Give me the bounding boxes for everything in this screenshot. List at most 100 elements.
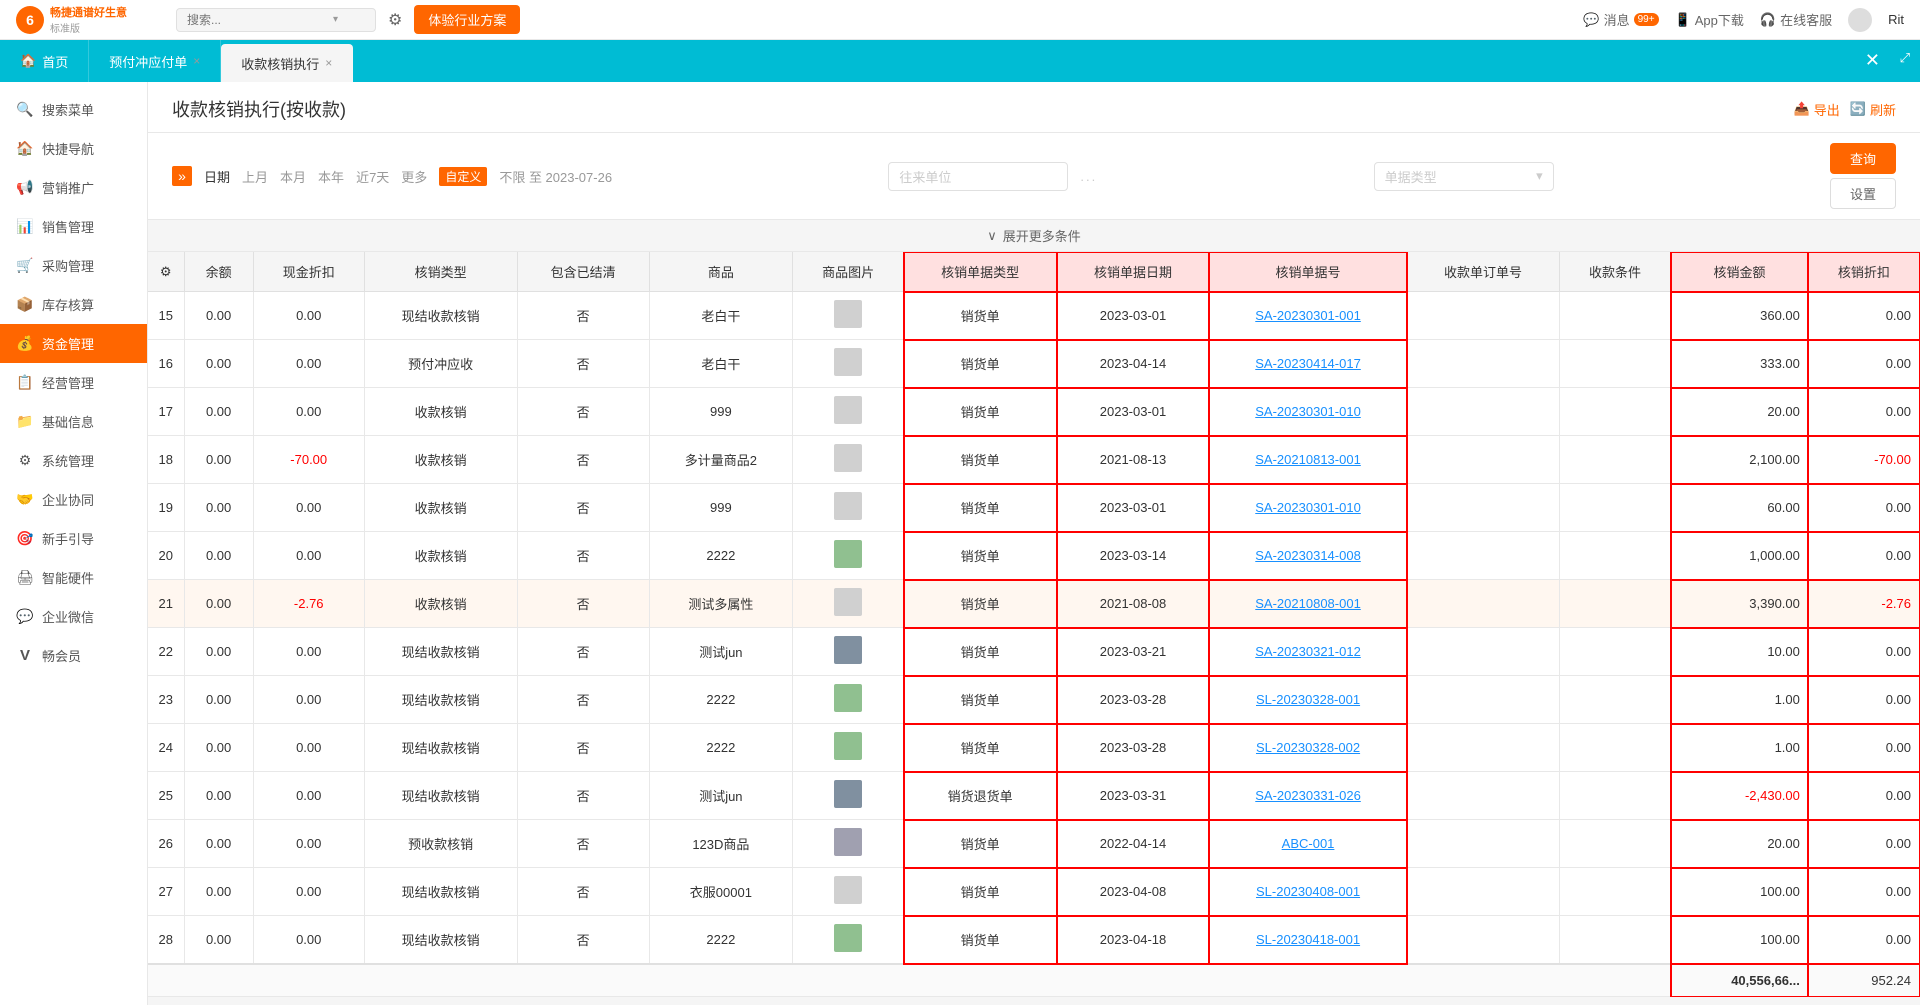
refresh-button[interactable]: 🔄 刷新 [1850,100,1896,119]
logo-area: 6 畅捷通谱好生意 标准版 [16,4,164,35]
cell-doc-date: 2023-04-18 [1057,916,1210,965]
cell-doc-type: 销货单 [904,628,1057,676]
data-table: ⚙ 余额 现金折扣 核销类型 包含已结清 商品 商品图片 核销单据类型 核销单据… [148,252,1920,997]
cell-type: 现结收款核销 [364,916,517,965]
cell-amount: 3,390.00 [1671,580,1809,628]
cell-cash-discount: 0.00 [253,676,364,724]
select-arrow-icon: ▾ [1536,168,1543,184]
cell-product-image [793,916,904,965]
cell-doc-no[interactable]: SA-20230314-008 [1209,532,1406,580]
cell-discount: 0.00 [1808,388,1919,436]
cell-payment-cond [1559,340,1670,388]
sidebar-item-purchase[interactable]: 🛒 采购管理 [0,246,147,285]
cell-doc-no[interactable]: SA-20210808-001 [1209,580,1406,628]
footer-empty [148,964,1671,997]
cell-doc-no[interactable]: SL-20230328-001 [1209,676,1406,724]
scrollbar-area[interactable] [148,997,1920,1005]
filter-toggle-button[interactable]: » [172,166,192,186]
tab-collection[interactable]: 收款核销执行 × [221,44,353,82]
cell-doc-type: 销货单 [904,820,1057,868]
sidebar-item-finance[interactable]: 💰 资金管理 [0,324,147,363]
message-item[interactable]: 💬 消息 99+ [1583,10,1658,29]
cell-payment-cond [1559,916,1670,965]
cell-amount: 10.00 [1671,628,1809,676]
cell-doc-no[interactable]: SL-20230328-002 [1209,724,1406,772]
col-doc-date: 核销单据日期 [1057,252,1210,292]
from-unit-field[interactable]: 往来单位 [888,162,1068,191]
sidebar-item-member[interactable]: V 畅会员 [0,636,147,675]
date-custom[interactable]: 自定义 [439,167,487,186]
cell-doc-no[interactable]: SA-20210813-001 [1209,436,1406,484]
sidebar-item-sales[interactable]: 📊 销售管理 [0,207,147,246]
expand-more-bar[interactable]: ∨ 展开更多条件 [148,220,1920,252]
cell-cash-discount: 0.00 [253,340,364,388]
cell-order-no [1407,868,1560,916]
document-type-select[interactable]: 单据类型 ▾ [1374,162,1554,191]
online-service-item[interactable]: 🎧 在线客服 [1760,10,1832,29]
cell-included: 否 [517,724,649,772]
cell-doc-no[interactable]: SA-20230331-026 [1209,772,1406,820]
col-payment-cond: 收款条件 [1559,252,1670,292]
cell-id: 20 [148,532,184,580]
cell-product: 123D商品 [649,820,793,868]
date-more[interactable]: 更多 [401,167,427,186]
cell-product-image [793,484,904,532]
sidebar-item-search[interactable]: 🔍 搜索菜单 [0,90,147,129]
date-7days[interactable]: 近7天 [356,167,389,186]
search-input[interactable] [187,13,327,27]
sidebar-item-system[interactable]: ⚙ 系统管理 [0,441,147,480]
cell-doc-no[interactable]: ABC-001 [1209,820,1406,868]
cell-order-no [1407,484,1560,532]
sidebar-item-operations[interactable]: 📋 经营管理 [0,363,147,402]
tab-prepay[interactable]: 预付冲应付单 × [89,40,221,82]
cell-amount: 1,000.00 [1671,532,1809,580]
cell-doc-no[interactable]: SA-20230321-012 [1209,628,1406,676]
cell-doc-no[interactable]: SA-20230301-001 [1209,292,1406,340]
sidebar-item-hardware[interactable]: 🖨 智能硬件 [0,558,147,597]
close-all-tabs-icon[interactable]: ✕ [1865,50,1880,71]
col-settings[interactable]: ⚙ [148,252,184,292]
close-collection-tab-icon[interactable]: × [325,56,332,70]
expand-tabs-icon[interactable]: ⤢ [1900,50,1910,66]
cell-order-no [1407,292,1560,340]
cell-order-no [1407,820,1560,868]
query-button[interactable]: 查询 [1830,143,1896,174]
cell-discount: 0.00 [1808,820,1919,868]
gear-icon[interactable]: ⚙ [388,10,402,30]
cell-included: 否 [517,772,649,820]
app-download-item[interactable]: 📱 App下载 [1675,10,1744,29]
cell-amount: 20.00 [1671,820,1809,868]
tab-home[interactable]: 🏠 首页 [0,40,89,82]
sidebar-item-inventory[interactable]: 📦 库存核算 [0,285,147,324]
avatar[interactable] [1848,8,1872,32]
cell-doc-no[interactable]: SA-20230301-010 [1209,388,1406,436]
date-this-month[interactable]: 本月 [280,167,306,186]
search-box[interactable]: ▾ [176,8,376,32]
cell-discount: 0.00 [1808,292,1919,340]
logo-text: 畅捷通谱好生意 标准版 [50,4,127,35]
date-last-month[interactable]: 上月 [242,167,268,186]
sidebar-item-guide[interactable]: 🎯 新手引导 [0,519,147,558]
cell-doc-no[interactable]: SL-20230418-001 [1209,916,1406,965]
sidebar-item-weixin[interactable]: 💬 企业微信 [0,597,147,636]
sidebar-item-marketing[interactable]: 📢 营销推广 [0,168,147,207]
export-button[interactable]: 📤 导出 [1794,100,1840,119]
cell-doc-no[interactable]: SA-20230414-017 [1209,340,1406,388]
cell-product-image [793,532,904,580]
cell-cash-discount: 0.00 [253,532,364,580]
cell-doc-no[interactable]: SA-20230301-010 [1209,484,1406,532]
table-footer-row: 40,556,66... 952.24 [148,964,1920,997]
cell-cash-discount: -70.00 [253,436,364,484]
close-prepay-tab-icon[interactable]: × [193,54,200,68]
cell-amount: -2,430.00 [1671,772,1809,820]
cell-balance: 0.00 [184,772,253,820]
cell-cash-discount: 0.00 [253,292,364,340]
sidebar-item-quicknav[interactable]: 🏠 快捷导航 [0,129,147,168]
sidebar-item-collaboration[interactable]: 🤝 企业协同 [0,480,147,519]
date-this-year[interactable]: 本年 [318,167,344,186]
cell-doc-no[interactable]: SL-20230408-001 [1209,868,1406,916]
cell-balance: 0.00 [184,820,253,868]
sidebar-item-basic-info[interactable]: 📁 基础信息 [0,402,147,441]
setting-button[interactable]: 设置 [1830,178,1896,209]
industry-button[interactable]: 体验行业方案 [414,5,520,34]
